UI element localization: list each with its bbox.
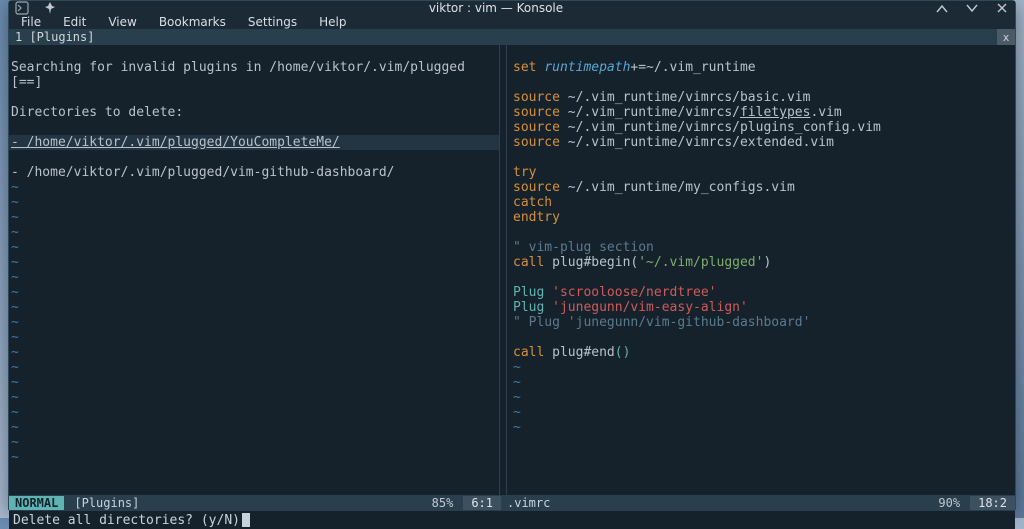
menu-help[interactable]: Help — [319, 15, 346, 29]
tilde: ~ — [11, 315, 19, 330]
window-title: viktor : vim — Konsole — [57, 1, 935, 15]
vim-tabline: 1 [Plugins] x — [9, 29, 1015, 45]
menu-file[interactable]: File — [21, 15, 41, 29]
kw-endtry: endtry — [513, 210, 560, 225]
menubar: File Edit View Bookmarks Settings Help — [9, 15, 1015, 29]
tilde: ~ — [11, 330, 19, 345]
terminal-area[interactable]: 1 [Plugins] x Searching for invalid plug… — [9, 29, 1015, 529]
comment-vimplug: " vim-plug section — [513, 240, 654, 255]
tilde: ~ — [11, 240, 19, 255]
cursor-icon — [242, 513, 250, 527]
tilde: ~ — [513, 420, 521, 435]
src-ext: ~/.vim_runtime/vimrcs/extended.vim — [560, 135, 834, 150]
statusline-row: NORMAL [Plugins] 85% 6:1 .vimrc 90% 18:2 — [9, 495, 1015, 511]
rtp-rest: +=~/.vim_runtime — [630, 60, 755, 75]
menu-settings[interactable]: Settings — [248, 15, 297, 29]
vim-tab-close[interactable]: x — [997, 29, 1015, 45]
pc-line-progress: [==] — [11, 75, 42, 90]
statusline-left: NORMAL [Plugins] 85% 6:1 — [9, 495, 501, 511]
tilde: ~ — [11, 300, 19, 315]
pc-line-search: Searching for invalid plugins in /home/v… — [11, 60, 465, 75]
pc-line-dir1: - /home/viktor/.vim/plugged/YouCompleteM… — [9, 135, 499, 150]
right-filename: .vimrc — [507, 496, 560, 510]
menu-view[interactable]: View — [108, 15, 136, 29]
tilde: ~ — [513, 405, 521, 420]
menu-edit[interactable]: Edit — [63, 15, 86, 29]
tilde: ~ — [11, 405, 19, 420]
tilde: ~ — [11, 180, 19, 195]
statusline-right: .vimrc 90% 18:2 — [501, 495, 1015, 511]
konsole-window: viktor : vim — Konsole File Edit View Bo… — [8, 0, 1016, 510]
tilde: ~ — [11, 210, 19, 225]
paren-plugend: () — [615, 345, 631, 360]
fn-plugbegin: plug#begin( — [544, 255, 638, 270]
tilde: ~ — [11, 225, 19, 240]
minimize-button[interactable] — [935, 1, 949, 15]
tilde: ~ — [11, 360, 19, 375]
titlebar: viktor : vim — Konsole — [9, 1, 1015, 15]
kw-source: source — [513, 135, 560, 150]
right-pane-vimrc[interactable]: set runtimepath+=~/.vim_runtime source ~… — [507, 45, 1015, 495]
cmdline-prompt: Delete all directories? (y/N) — [13, 513, 240, 528]
tilde: ~ — [11, 345, 19, 360]
str-plugpath: '~/.vim/plugged' — [638, 255, 763, 270]
src-ft-c: .vim — [810, 105, 841, 120]
tilde: ~ — [513, 390, 521, 405]
pc-line-header: Directories to delete: — [11, 105, 183, 120]
comment-ghdash: " Plug 'junegunn/vim-github-dashboard' — [513, 315, 810, 330]
kw-try: try — [513, 165, 536, 180]
src-plugcfg: ~/.vim_runtime/vimrcs/plugins_config.vim — [560, 120, 881, 135]
left-percent: 85% — [422, 496, 464, 510]
tilde: ~ — [513, 360, 521, 375]
kw-source: source — [513, 180, 560, 195]
command-line[interactable]: Delete all directories? (y/N) — [9, 511, 1015, 529]
close-button[interactable] — [995, 1, 1009, 15]
vim-tab-label[interactable]: 1 [Plugins] — [9, 30, 100, 44]
kw-source: source — [513, 105, 560, 120]
tilde: ~ — [11, 435, 19, 450]
src-ft-a: ~/.vim_runtime/vimrcs/ — [560, 105, 740, 120]
src-basic: ~/.vim_runtime/vimrcs/basic.vim — [560, 90, 810, 105]
tilde: ~ — [11, 375, 19, 390]
kw-catch: catch — [513, 195, 552, 210]
maximize-button[interactable] — [965, 1, 979, 15]
tilde: ~ — [513, 375, 521, 390]
tilde: ~ — [11, 450, 19, 465]
src-mycfg: ~/.vim_runtime/my_configs.vim — [560, 180, 795, 195]
tilde: ~ — [11, 285, 19, 300]
pin-icon[interactable] — [43, 1, 57, 15]
kw-call: call — [513, 345, 544, 360]
vertical-split-bar[interactable] — [499, 45, 507, 495]
menu-bookmarks[interactable]: Bookmarks — [159, 15, 226, 29]
tilde: ~ — [11, 390, 19, 405]
opt-rtp: runtimepath — [544, 60, 630, 75]
str-nerdtree: 'scrooloose/nerdtree' — [552, 285, 716, 300]
fn-plugend: plug#end — [544, 345, 614, 360]
kw-set: set — [513, 60, 536, 75]
app-logo-icon — [15, 1, 29, 15]
kw-plug: Plug — [513, 285, 552, 300]
left-cursor-pos: 6:1 — [463, 496, 501, 510]
kw-call: call — [513, 255, 544, 270]
tilde: ~ — [11, 420, 19, 435]
tilde: ~ — [11, 195, 19, 210]
pc-line-dir2: - /home/viktor/.vim/plugged/vim-github-d… — [11, 165, 395, 180]
paren-close: ) — [763, 255, 771, 270]
left-pane-plugclean[interactable]: Searching for invalid plugins in /home/v… — [9, 45, 499, 495]
tilde: ~ — [11, 270, 19, 285]
kw-source: source — [513, 90, 560, 105]
kw-plug: Plug — [513, 300, 552, 315]
right-percent: 90% — [928, 496, 970, 510]
tilde: ~ — [11, 255, 19, 270]
src-ft-b: filetypes — [740, 105, 810, 120]
right-cursor-pos: 18:2 — [970, 496, 1015, 510]
kw-source: source — [513, 120, 560, 135]
left-filename: [Plugins] — [64, 496, 149, 510]
mode-indicator: NORMAL — [9, 496, 64, 510]
str-easyalign: 'junegunn/vim-easy-align' — [552, 300, 748, 315]
